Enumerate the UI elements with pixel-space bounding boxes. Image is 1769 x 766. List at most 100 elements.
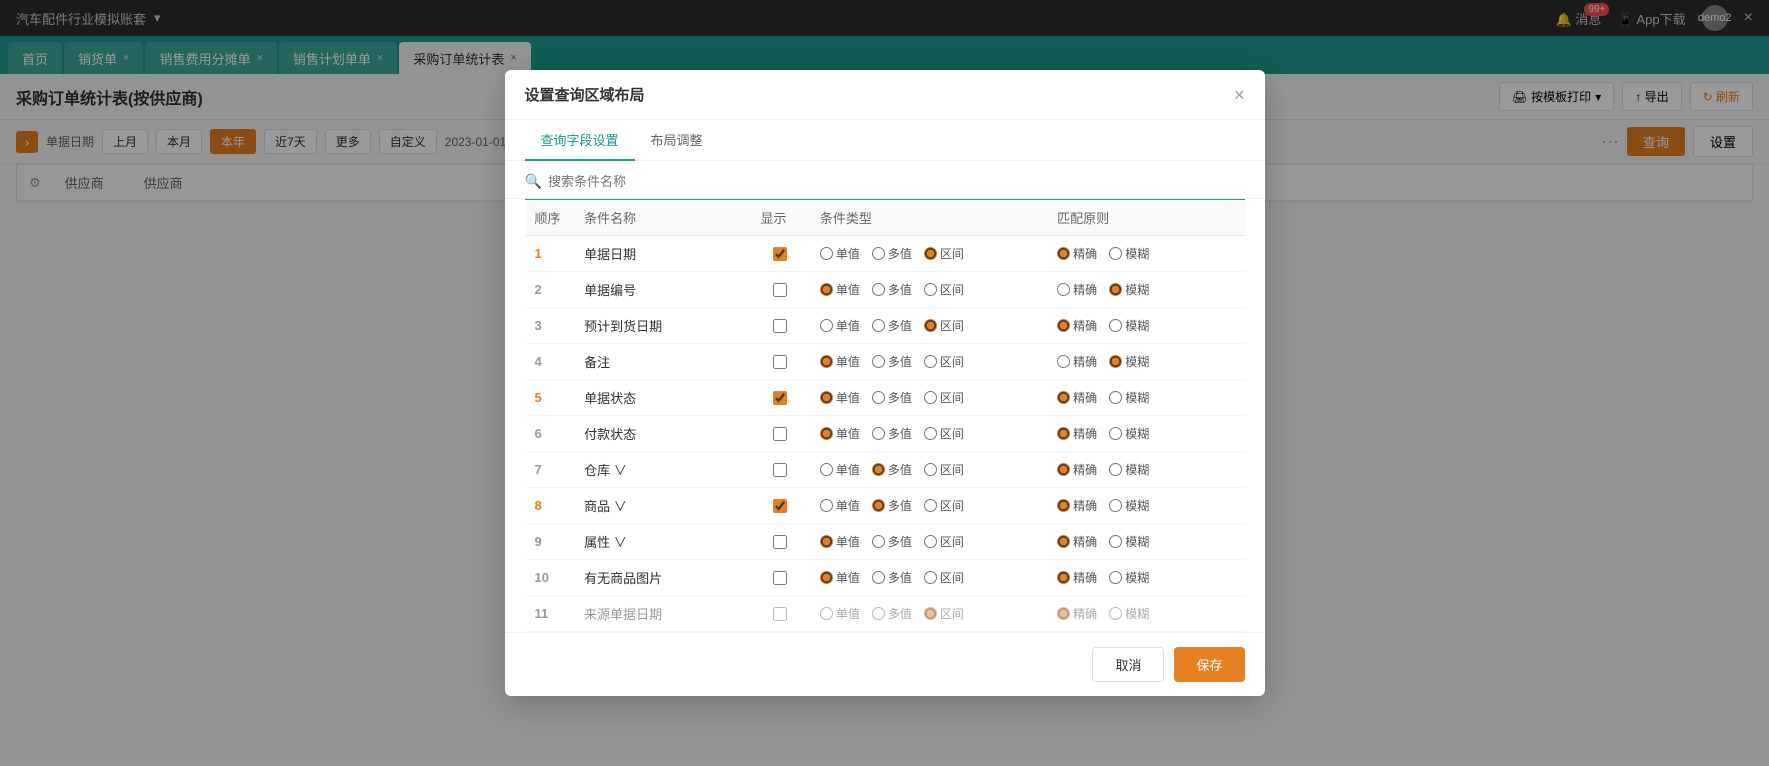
type-radio-single[interactable]: 单值 [820,425,860,442]
match-radio-exact[interactable]: 精确 [1057,317,1097,334]
show-checkbox[interactable] [773,607,787,621]
match-radio-exact[interactable]: 精确 [1057,605,1097,622]
match-radio-exact[interactable]: 精确 [1057,533,1097,550]
match-radio-fuzzy[interactable]: 模糊 [1109,461,1149,478]
match-radio-exact[interactable]: 精确 [1057,281,1097,298]
row-condition-name: 预计到货日期 [574,308,750,344]
row-order-number: 1 [535,246,542,261]
type-radio-single[interactable]: 单值 [820,497,860,514]
show-checkbox[interactable] [773,499,787,513]
match-radio-fuzzy[interactable]: 模糊 [1109,317,1149,334]
type-radio-multi[interactable]: 多值 [872,461,912,478]
type-radio-single[interactable]: 单值 [820,389,860,406]
type-radio-range[interactable]: 区间 [924,353,964,370]
type-radio-range[interactable]: 区间 [924,461,964,478]
modal-close-button[interactable]: × [1234,86,1245,104]
match-radio-fuzzy[interactable]: 模糊 [1109,245,1149,262]
table-row: 10有无商品图片单值多值区间精确模糊 [525,560,1245,596]
show-checkbox[interactable] [773,319,787,333]
type-radio-single[interactable]: 单值 [820,533,860,550]
row-order-number: 7 [535,462,542,477]
row-condition-name: 来源单据日期 [574,596,750,632]
settings-modal: 设置查询区域布局 × 查询字段设置 布局调整 🔍 顺序 条件名称 [505,70,1265,696]
match-radio-group: 精确模糊 [1057,533,1234,550]
type-radio-range[interactable]: 区间 [924,245,964,262]
tab-query-fields[interactable]: 查询字段设置 [525,120,635,161]
type-radio-multi[interactable]: 多值 [872,533,912,550]
type-radio-single[interactable]: 单值 [820,317,860,334]
type-radio-single[interactable]: 单值 [820,245,860,262]
match-radio-fuzzy[interactable]: 模糊 [1109,497,1149,514]
show-checkbox[interactable] [773,283,787,297]
type-radio-multi[interactable]: 多值 [872,497,912,514]
type-radio-multi[interactable]: 多值 [872,317,912,334]
type-radio-single[interactable]: 单值 [820,569,860,586]
table-row: 8商品 ∨单值多值区间精确模糊 [525,488,1245,524]
row-condition-name: 单据编号 [574,272,750,308]
match-radio-exact[interactable]: 精确 [1057,245,1097,262]
type-radio-range[interactable]: 区间 [924,533,964,550]
modal-tabs: 查询字段设置 布局调整 [505,120,1265,161]
type-radio-range[interactable]: 区间 [924,281,964,298]
tab-layout-adjust[interactable]: 布局调整 [635,120,719,161]
type-radio-single[interactable]: 单值 [820,281,860,298]
type-radio-range[interactable]: 区间 [924,497,964,514]
row-order-number: 5 [535,390,542,405]
show-checkbox[interactable] [773,391,787,405]
match-radio-group: 精确模糊 [1057,317,1234,334]
match-radio-fuzzy[interactable]: 模糊 [1109,281,1149,298]
type-radio-group: 单值多值区间 [820,605,1037,622]
match-radio-group: 精确模糊 [1057,245,1234,262]
show-checkbox[interactable] [773,355,787,369]
show-checkbox[interactable] [773,427,787,441]
match-radio-group: 精确模糊 [1057,569,1234,586]
row-order-number: 10 [535,570,549,585]
show-checkbox[interactable] [773,463,787,477]
type-radio-multi[interactable]: 多值 [872,245,912,262]
table-row: 6付款状态单值多值区间精确模糊 [525,416,1245,452]
type-radio-group: 单值多值区间 [820,569,1037,586]
type-radio-multi[interactable]: 多值 [872,569,912,586]
type-radio-multi[interactable]: 多值 [872,389,912,406]
modal-footer: 取消 保存 [505,632,1265,696]
type-radio-multi[interactable]: 多值 [872,425,912,442]
match-radio-fuzzy[interactable]: 模糊 [1109,533,1149,550]
match-radio-exact[interactable]: 精确 [1057,353,1097,370]
match-radio-fuzzy[interactable]: 模糊 [1109,569,1149,586]
show-checkbox[interactable] [773,535,787,549]
match-radio-fuzzy[interactable]: 模糊 [1109,605,1149,622]
type-radio-multi[interactable]: 多值 [872,605,912,622]
type-radio-single[interactable]: 单值 [820,461,860,478]
match-radio-fuzzy[interactable]: 模糊 [1109,425,1149,442]
match-radio-fuzzy[interactable]: 模糊 [1109,353,1149,370]
type-radio-group: 单值多值区间 [820,245,1037,262]
type-radio-range[interactable]: 区间 [924,317,964,334]
search-icon: 🔍 [525,173,542,190]
show-checkbox[interactable] [773,571,787,585]
type-radio-range[interactable]: 区间 [924,605,964,622]
type-radio-range[interactable]: 区间 [924,425,964,442]
type-radio-range[interactable]: 区间 [924,389,964,406]
col-header-name: 条件名称 [574,200,750,236]
save-button[interactable]: 保存 [1174,647,1244,682]
match-radio-group: 精确模糊 [1057,461,1234,478]
type-radio-range[interactable]: 区间 [924,569,964,586]
match-radio-exact[interactable]: 精确 [1057,497,1097,514]
match-radio-exact[interactable]: 精确 [1057,461,1097,478]
match-radio-exact[interactable]: 精确 [1057,389,1097,406]
match-radio-exact[interactable]: 精确 [1057,425,1097,442]
cancel-button[interactable]: 取消 [1092,647,1164,682]
table-row: 3预计到货日期单值多值区间精确模糊 [525,308,1245,344]
type-radio-single[interactable]: 单值 [820,353,860,370]
show-checkbox[interactable] [773,247,787,261]
modal-header: 设置查询区域布局 × [505,70,1265,120]
search-input[interactable] [548,174,1245,189]
type-radio-multi[interactable]: 多值 [872,353,912,370]
match-radio-group: 精确模糊 [1057,353,1234,370]
type-radio-multi[interactable]: 多值 [872,281,912,298]
type-radio-group: 单值多值区间 [820,281,1037,298]
match-radio-group: 精确模糊 [1057,389,1234,406]
match-radio-fuzzy[interactable]: 模糊 [1109,389,1149,406]
match-radio-exact[interactable]: 精确 [1057,569,1097,586]
type-radio-single[interactable]: 单值 [820,605,860,622]
